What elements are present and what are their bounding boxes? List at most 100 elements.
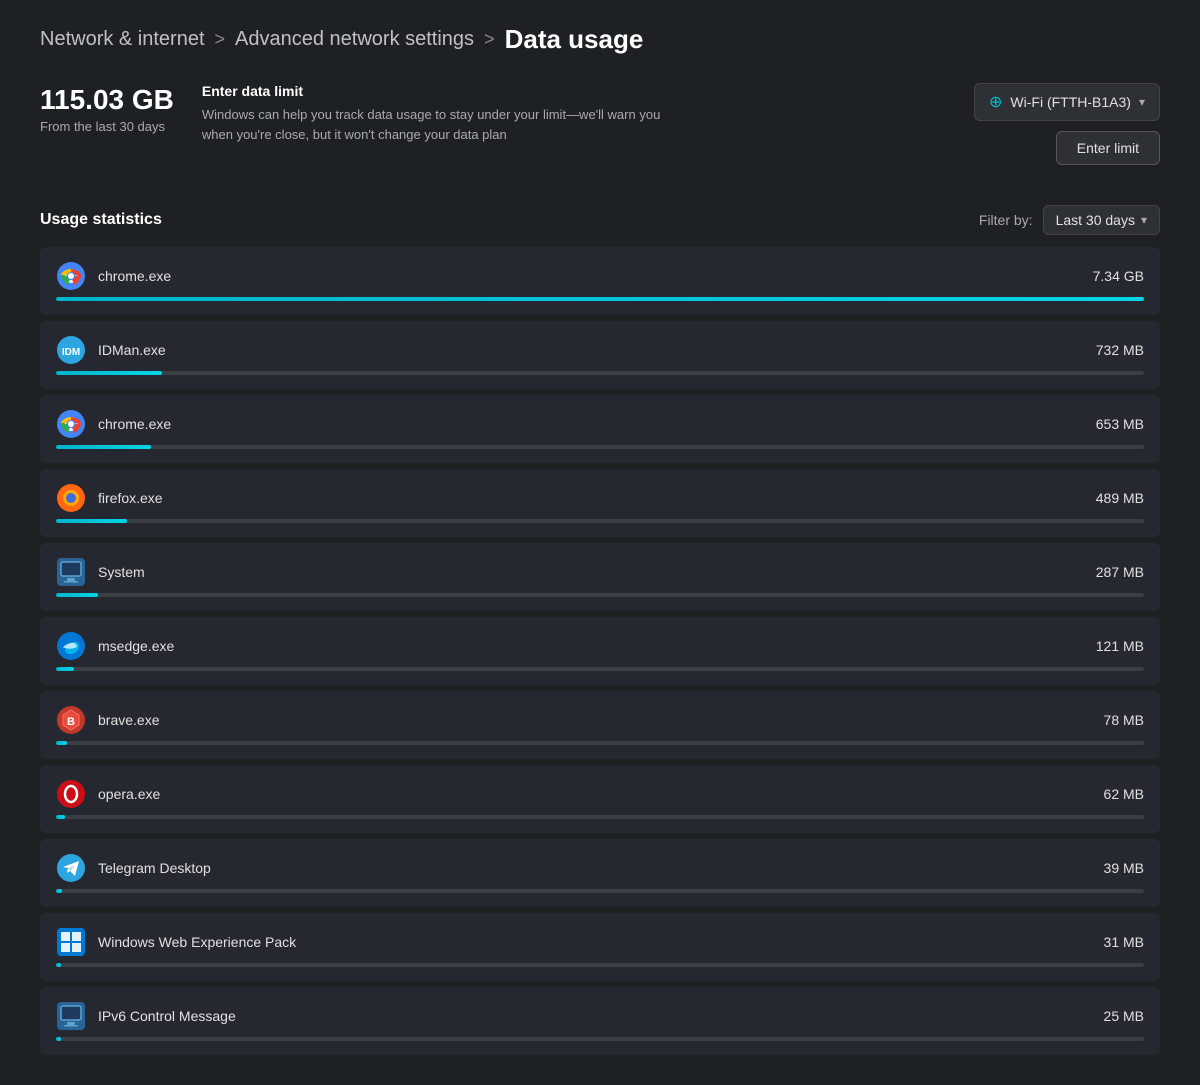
- enter-limit-button[interactable]: Enter limit: [1056, 131, 1160, 165]
- app-icon-firefox: [56, 483, 86, 513]
- app-icon-windows: [56, 927, 86, 957]
- app-name-1: IDMan.exe: [98, 342, 166, 358]
- app-name-0: chrome.exe: [98, 268, 171, 284]
- app-usage-1: 732 MB: [1096, 342, 1144, 358]
- progress-bar-5: [56, 667, 74, 671]
- app-row-top-4: System 287 MB: [56, 557, 1144, 587]
- progress-bar-6: [56, 741, 67, 745]
- app-row-top-0: chrome.exe 7.34 GB: [56, 261, 1144, 291]
- app-row-top-1: IDM IDMan.exe 732 MB: [56, 335, 1144, 365]
- svg-text:B: B: [67, 716, 75, 728]
- app-left-2: chrome.exe: [56, 409, 171, 439]
- app-usage-10: 25 MB: [1104, 1008, 1144, 1024]
- app-left-8: Telegram Desktop: [56, 853, 211, 883]
- app-row-top-8: Telegram Desktop 39 MB: [56, 853, 1144, 883]
- filter-value: Last 30 days: [1056, 212, 1135, 228]
- breadcrumb-current: Data usage: [505, 24, 644, 55]
- app-left-9: Windows Web Experience Pack: [56, 927, 296, 957]
- app-usage-5: 121 MB: [1096, 638, 1144, 654]
- progress-bar-container-2: [56, 445, 1144, 449]
- app-left-7: opera.exe: [56, 779, 160, 809]
- progress-bar-container-7: [56, 815, 1144, 819]
- progress-bar-container-5: [56, 667, 1144, 671]
- app-name-5: msedge.exe: [98, 638, 174, 654]
- progress-bar-9: [56, 963, 61, 967]
- progress-bar-10: [56, 1037, 61, 1041]
- app-icon-idman: IDM: [56, 335, 86, 365]
- progress-bar-container-1: [56, 371, 1144, 375]
- list-item: IDM IDMan.exe 732 MB: [40, 321, 1160, 389]
- app-usage-2: 653 MB: [1096, 416, 1144, 432]
- progress-bar-0: [56, 297, 1144, 301]
- app-name-10: IPv6 Control Message: [98, 1008, 236, 1024]
- app-left-1: IDM IDMan.exe: [56, 335, 166, 365]
- progress-bar-2: [56, 445, 151, 449]
- app-icon-system: [56, 557, 86, 587]
- app-left-0: chrome.exe: [56, 261, 171, 291]
- progress-bar-3: [56, 519, 127, 523]
- chevron-down-icon: ▾: [1139, 95, 1145, 109]
- app-name-7: opera.exe: [98, 786, 160, 802]
- list-item: IPv6 Control Message 25 MB: [40, 987, 1160, 1055]
- list-item: firefox.exe 489 MB: [40, 469, 1160, 537]
- progress-bar-4: [56, 593, 98, 597]
- filter-dropdown[interactable]: Last 30 days ▾: [1043, 205, 1160, 235]
- list-item: System 287 MB: [40, 543, 1160, 611]
- app-name-3: firefox.exe: [98, 490, 163, 506]
- app-usage-9: 31 MB: [1104, 934, 1144, 950]
- usage-stats-header: Usage statistics Filter by: Last 30 days…: [40, 205, 1160, 235]
- progress-bar-container-0: [56, 297, 1144, 301]
- app-icon-chrome: [56, 409, 86, 439]
- app-row-top-5: msedge.exe 121 MB: [56, 631, 1144, 661]
- app-name-4: System: [98, 564, 145, 580]
- app-left-3: firefox.exe: [56, 483, 163, 513]
- wifi-icon: ⊕: [989, 92, 1002, 112]
- app-row-top-6: B brave.exe 78 MB: [56, 705, 1144, 735]
- app-left-5: msedge.exe: [56, 631, 174, 661]
- breadcrumb-sep1: >: [215, 29, 226, 50]
- app-name-6: brave.exe: [98, 712, 159, 728]
- breadcrumb: Network & internet > Advanced network se…: [40, 24, 1160, 55]
- breadcrumb-network-internet[interactable]: Network & internet: [40, 28, 205, 51]
- breadcrumb-advanced-network[interactable]: Advanced network settings: [235, 28, 474, 51]
- app-row-top-9: Windows Web Experience Pack 31 MB: [56, 927, 1144, 957]
- app-name-9: Windows Web Experience Pack: [98, 934, 296, 950]
- list-item: B brave.exe 78 MB: [40, 691, 1160, 759]
- app-usage-0: 7.34 GB: [1093, 268, 1144, 284]
- app-usage-3: 489 MB: [1096, 490, 1144, 506]
- data-summary: 115.03 GB From the last 30 days Enter da…: [40, 83, 662, 144]
- right-controls: ⊕ Wi-Fi (FTTH-B1A3) ▾ Enter limit: [974, 83, 1160, 165]
- wifi-dropdown[interactable]: ⊕ Wi-Fi (FTTH-B1A3) ▾: [974, 83, 1160, 121]
- wifi-label: Wi-Fi (FTTH-B1A3): [1010, 94, 1131, 110]
- progress-bar-container-10: [56, 1037, 1144, 1041]
- app-icon-opera: [56, 779, 86, 809]
- progress-bar-7: [56, 815, 65, 819]
- filter-label: Filter by:: [979, 212, 1033, 228]
- breadcrumb-sep2: >: [484, 29, 495, 50]
- progress-bar-8: [56, 889, 62, 893]
- list-item: chrome.exe 653 MB: [40, 395, 1160, 463]
- progress-bar-container-3: [56, 519, 1144, 523]
- total-gb: 115.03 GB: [40, 83, 174, 117]
- app-usage-8: 39 MB: [1104, 860, 1144, 876]
- app-usage-6: 78 MB: [1104, 712, 1144, 728]
- usage-stats-title: Usage statistics: [40, 211, 162, 229]
- svg-text:IDM: IDM: [62, 347, 80, 358]
- app-row-top-3: firefox.exe 489 MB: [56, 483, 1144, 513]
- list-item: chrome.exe 7.34 GB: [40, 247, 1160, 315]
- list-item: Windows Web Experience Pack 31 MB: [40, 913, 1160, 981]
- app-left-10: IPv6 Control Message: [56, 1001, 236, 1031]
- list-item: opera.exe 62 MB: [40, 765, 1160, 833]
- list-item: Telegram Desktop 39 MB: [40, 839, 1160, 907]
- app-left-4: System: [56, 557, 145, 587]
- app-left-6: B brave.exe: [56, 705, 159, 735]
- filter-section: Filter by: Last 30 days ▾: [979, 205, 1160, 235]
- app-row-top-7: opera.exe 62 MB: [56, 779, 1144, 809]
- progress-bar-container-4: [56, 593, 1144, 597]
- wifi-left: ⊕ Wi-Fi (FTTH-B1A3): [989, 92, 1131, 112]
- top-section: 115.03 GB From the last 30 days Enter da…: [40, 83, 1160, 175]
- app-icon-chrome: [56, 261, 86, 291]
- progress-bar-container-6: [56, 741, 1144, 745]
- app-row-top-2: chrome.exe 653 MB: [56, 409, 1144, 439]
- app-usage-4: 287 MB: [1096, 564, 1144, 580]
